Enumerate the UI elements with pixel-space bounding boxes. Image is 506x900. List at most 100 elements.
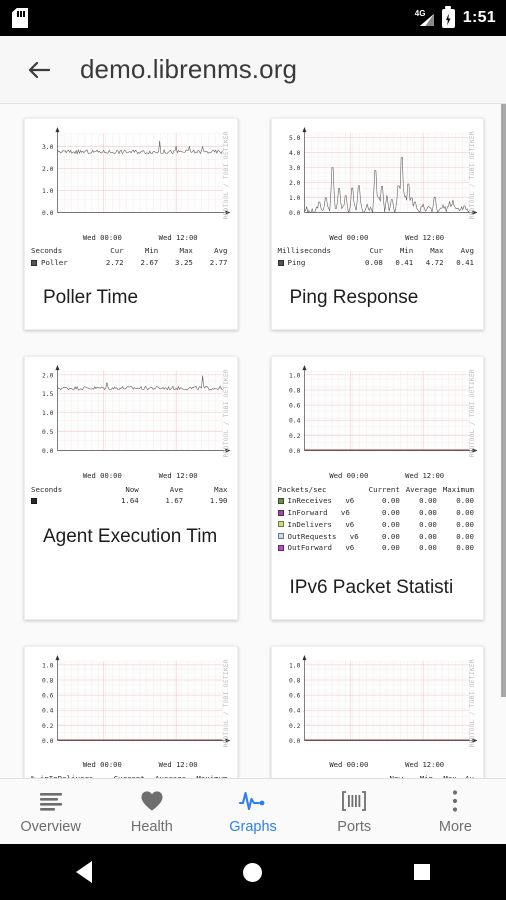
graph-card[interactable]: 0.0 0.2 0.4 0.6 0.8 1.0 RRDTOOL / TOBI OETIKER…	[270, 356, 484, 620]
legend-row-label: InDelivers v6	[277, 519, 366, 531]
legend-value: 2.67	[140, 258, 159, 268]
legend-header-col: Now	[125, 484, 139, 494]
x-tick: Wed 00:00	[82, 471, 122, 481]
back-arrow-icon[interactable]	[22, 53, 56, 87]
legend-row: Ping 0.08 0.41 4.72 0.41	[277, 258, 478, 270]
graph-card-title: Poller Time	[43, 287, 139, 309]
rrdtool-watermark: RRDTOOL / TOBI OETIKER	[469, 658, 476, 747]
x-axis-labels: Wed 00:00 Wed 12:00	[31, 471, 231, 482]
nav-item-graphs[interactable]: Graphs	[202, 789, 303, 835]
x-axis-labels: Wed 00:00 Wed 12:00	[278, 760, 478, 771]
svg-text:2.0: 2.0	[289, 180, 301, 187]
heart-icon	[140, 789, 164, 813]
legend-value: 0.00	[381, 508, 400, 518]
x-axis-labels: Wed 00:00 Wed 12:00	[278, 233, 478, 244]
legend-value: 0.00	[419, 531, 437, 541]
legend-value: 3.25	[175, 258, 193, 268]
legend-value: 0.00	[456, 531, 474, 541]
legend-color-swatch	[277, 509, 284, 516]
circle-home-icon[interactable]	[243, 862, 263, 882]
barcode-ports-icon	[340, 789, 368, 813]
svg-text:1.5: 1.5	[42, 392, 54, 399]
triangle-back-icon[interactable]	[75, 861, 92, 883]
svg-text:0.4: 0.4	[289, 707, 301, 714]
legend-row: InForward v6 0.00 0.00 0.00	[277, 508, 478, 520]
nav-item-ports[interactable]: Ports	[304, 789, 405, 835]
svg-text:0.0: 0.0	[289, 737, 301, 744]
legend-color-swatch	[277, 259, 284, 266]
legend-value: 0.00	[419, 519, 437, 529]
graph-card-title: IPv6 Packet Statisti	[289, 576, 454, 598]
graph-legend: Packets/sec Current Average Maximum InReceiv…	[277, 484, 478, 555]
nav-item-health[interactable]: Health	[101, 789, 202, 835]
graph-card[interactable]: 0.0 1.0 2.0 3.0 4.0 5.0 RRDTOOL / TOBI OETIKER…	[270, 118, 484, 331]
graph-card[interactable]: 0.0 1.0 2.0 3.0 RRDTOOL / TOBI OETIKER Wed 0…	[24, 118, 238, 331]
graphs-scroll-area[interactable]: 0.0 1.0 2.0 3.0 RRDTOOL / TOBI OETIKER Wed 0…	[0, 104, 506, 778]
legend-value: 0.41	[456, 258, 474, 268]
legend-row-label: OutRequests v6	[277, 531, 366, 543]
legend-header-col: Maximum	[442, 484, 474, 494]
legend-row-label: Poller	[31, 258, 92, 270]
scrollbar-thumb[interactable]	[501, 104, 506, 698]
legend-header-col: Cur	[369, 246, 383, 256]
legend-value: 2.77	[209, 258, 228, 268]
svg-text:3.0: 3.0	[289, 165, 301, 172]
svg-text:1.0: 1.0	[289, 662, 301, 669]
graph-plot: 0.0 0.2 0.4 0.6 0.8 1.0 RRDTOOL / TOBI OETIKER	[278, 365, 477, 471]
system-navigation-bar	[0, 844, 506, 900]
svg-text:0.8: 0.8	[289, 677, 301, 684]
legend-value: 4.72	[425, 258, 444, 268]
legend-header-label: Seconds	[31, 484, 63, 494]
legend-row: OutRequests v6 0.00 0.00 0.00	[277, 531, 478, 543]
svg-text:0.6: 0.6	[289, 692, 301, 699]
legend-value: 1.90	[209, 496, 228, 506]
app-bar: demo.librenms.org	[0, 36, 506, 104]
graph-body: 0.0 1.0 2.0 3.0 RRDTOOL / TOBI OETIKER Wed 0…	[25, 119, 237, 274]
legend-row: InReceives v6 0.00 0.00 0.00	[277, 496, 478, 508]
nav-label-health: Health	[130, 818, 173, 835]
graph-card[interactable]: 0.0 0.2 0.4 0.6 0.8 1.0 RRDTOOL / TOBI OETIKER…	[24, 645, 238, 778]
legend-color-swatch	[31, 497, 37, 504]
list-lines-icon	[38, 789, 64, 813]
legend-value: 0.41	[395, 258, 414, 268]
vertical-scrollbar[interactable]	[500, 104, 506, 778]
square-recents-icon[interactable]	[414, 864, 431, 880]
x-tick: Wed 00:00	[329, 471, 369, 481]
graph-card-title: Agent Execution Tim	[43, 525, 218, 547]
x-axis-labels: Wed 00:00 Wed 12:00	[278, 471, 478, 482]
x-tick: Wed 00:00	[329, 232, 369, 242]
battery-charging-icon	[441, 6, 455, 28]
legend-value: 1.64	[120, 496, 139, 506]
legend-header-col: Max	[179, 246, 193, 256]
graph-card-title: Ping Response	[289, 287, 419, 309]
svg-text:4.0: 4.0	[289, 150, 301, 157]
legend-color-swatch	[277, 521, 284, 528]
x-axis-labels: Wed 00:00 Wed 12:00	[31, 760, 231, 771]
bottom-navigation-bar: Overview Health Graphs Ports More	[0, 778, 506, 844]
svg-text:0.2: 0.2	[42, 722, 54, 729]
graph-card[interactable]: 0.0 0.2 0.4 0.6 0.8 1.0 RRDTOOL / TOBI OETIKER…	[270, 645, 484, 778]
nav-item-overview[interactable]: Overview	[0, 789, 101, 835]
graph-body: 0.0 0.5 1.0 1.5 2.0 RRDTOOL / TOBI OETIKER We…	[25, 357, 237, 512]
legend-row-label: OutForward v6	[277, 543, 366, 555]
legend-value: 1.67	[165, 496, 184, 506]
svg-text:1.0: 1.0	[289, 373, 301, 380]
legend-value: 0.00	[381, 496, 400, 506]
legend-row-label: InReceives v6	[277, 496, 366, 508]
legend-row: 1.64 1.67 1.90	[31, 496, 231, 508]
nav-label-ports: Ports	[337, 818, 372, 835]
svg-text:0.6: 0.6	[289, 403, 301, 410]
legend-color-swatch	[277, 544, 284, 551]
nav-item-more[interactable]: More	[405, 789, 506, 835]
graph-legend: Seconds Cur Min Max Avg Poller 2.72 2.67 3.25 2.7…	[31, 246, 231, 269]
rrdtool-watermark: RRDTOOL / TOBI OETIKER	[222, 131, 230, 220]
x-tick: Wed 12:00	[405, 760, 445, 770]
svg-text:0.5: 0.5	[42, 429, 54, 436]
legend-value: 0.00	[419, 496, 437, 506]
overflow-dots-icon	[451, 789, 459, 813]
graph-card[interactable]: 0.0 0.5 1.0 1.5 2.0 RRDTOOL / TOBI OETIKER We…	[24, 356, 238, 620]
svg-text:3.0: 3.0	[42, 144, 54, 151]
legend-value: 0.00	[456, 519, 474, 529]
x-tick: Wed 12:00	[158, 232, 198, 242]
svg-text:2.0: 2.0	[42, 373, 54, 380]
